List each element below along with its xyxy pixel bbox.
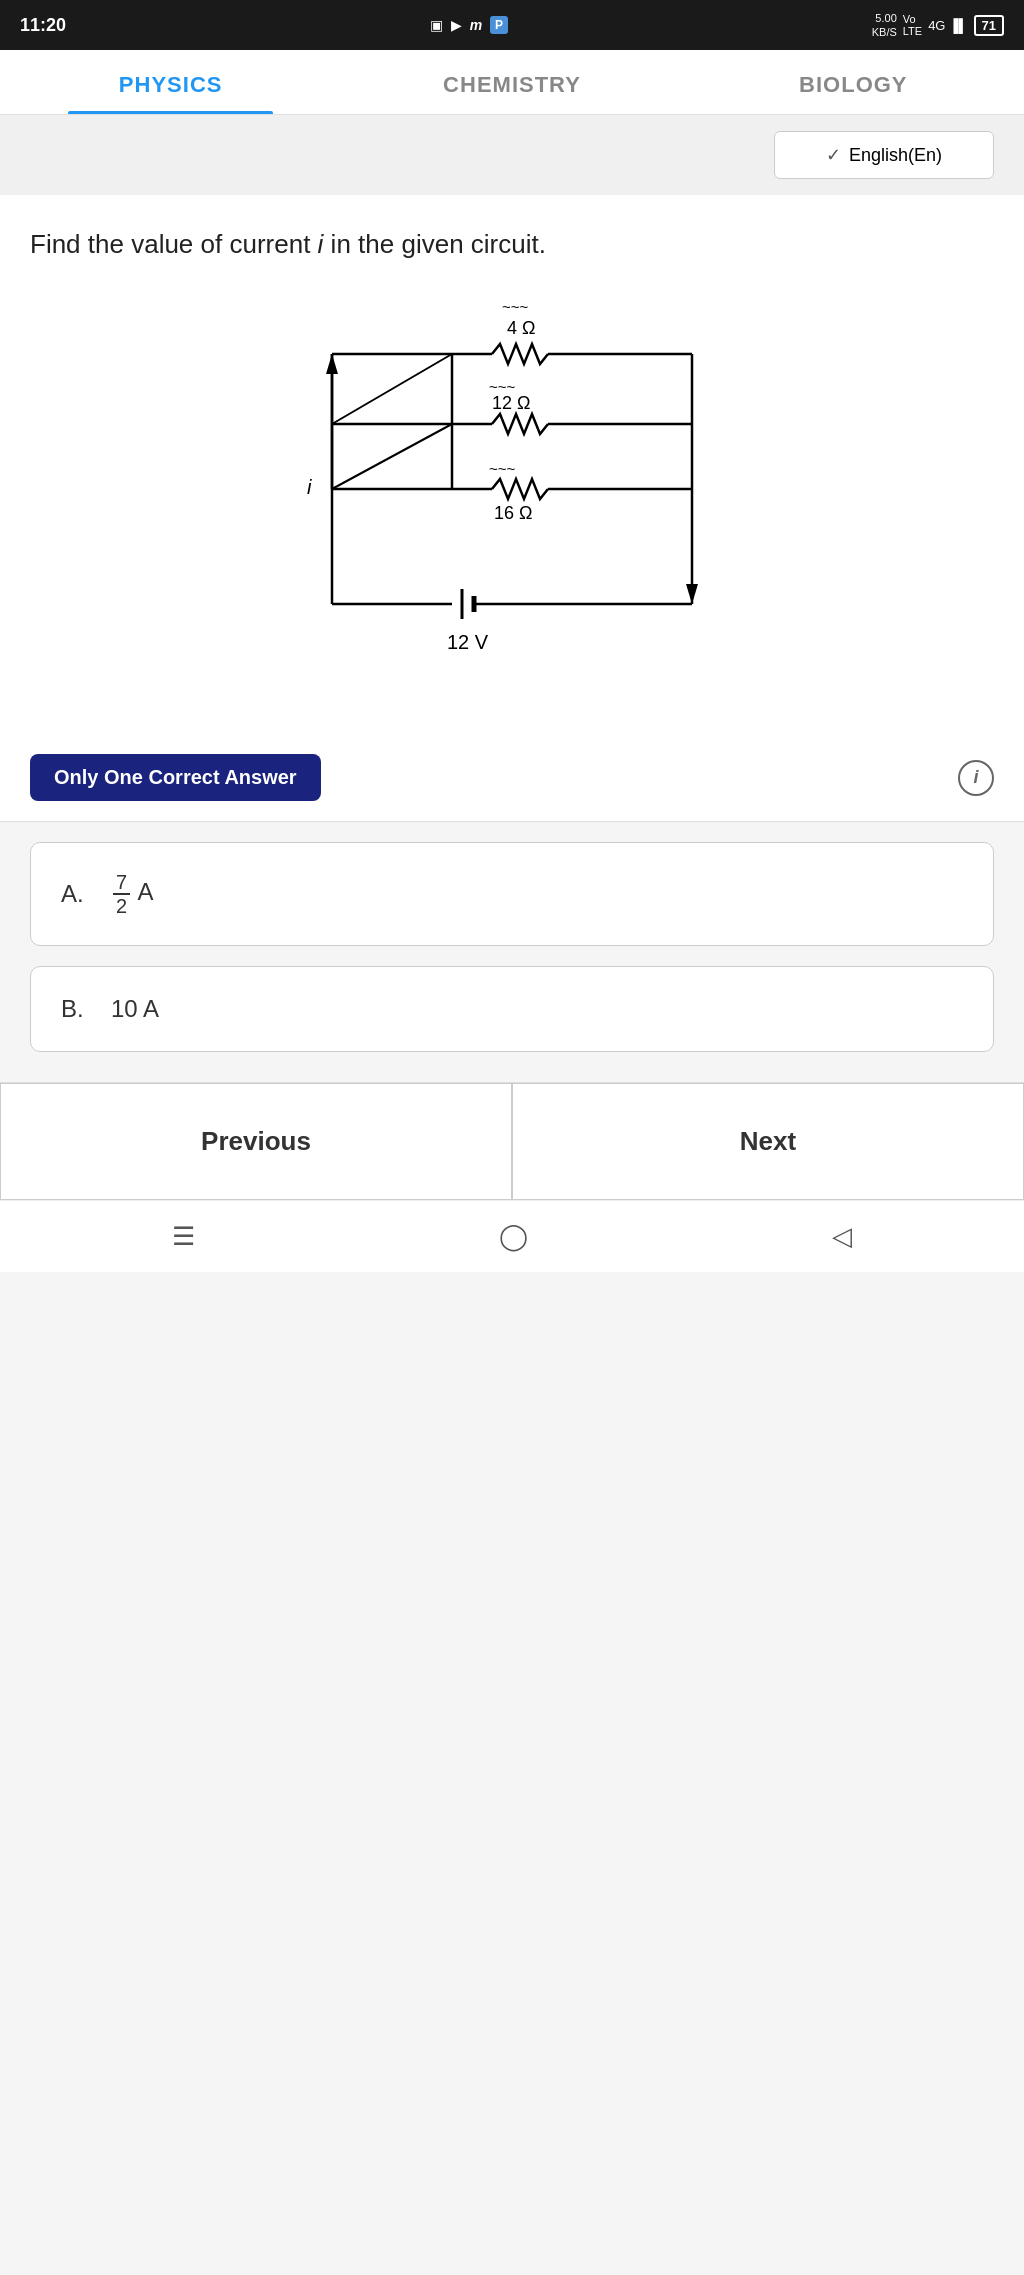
app-icon: P xyxy=(490,16,508,34)
svg-marker-21 xyxy=(686,584,698,604)
back-icon[interactable]: ◁ xyxy=(832,1221,852,1252)
previous-button[interactable]: Previous xyxy=(0,1083,512,1200)
status-icons: 5.00KB/S VoLTE 4G ▐▌ 71 xyxy=(872,11,1004,40)
option-b-content: 10 A xyxy=(111,995,159,1023)
status-bar: 11:20 ▣ ▶ m P 5.00KB/S VoLTE 4G ▐▌ 71 xyxy=(0,0,1024,50)
option-b[interactable]: B. 10 A xyxy=(30,966,994,1052)
lte-icon: VoLTE xyxy=(903,13,922,37)
battery-icon: 71 xyxy=(974,15,1004,36)
svg-text:12 Ω: 12 Ω xyxy=(492,393,530,413)
answer-type-bar: Only One Correct Answer i xyxy=(0,734,1024,822)
next-button[interactable]: Next xyxy=(512,1083,1024,1200)
svg-text:i: i xyxy=(307,476,312,498)
answer-type-badge: Only One Correct Answer xyxy=(30,754,321,801)
info-icon[interactable]: i xyxy=(958,760,994,796)
svg-line-28 xyxy=(332,424,452,489)
language-bar: ✓ English(En) xyxy=(0,115,1024,195)
fraction-7-2: 7 2 xyxy=(113,871,130,917)
svg-text:~~~: ~~~ xyxy=(502,298,529,315)
tab-bar: PHYSICS CHEMISTRY BIOLOGY xyxy=(0,50,1024,115)
option-a-label: A. xyxy=(61,880,91,908)
tab-chemistry[interactable]: CHEMISTRY xyxy=(341,50,682,114)
svg-text:4 Ω: 4 Ω xyxy=(507,318,535,338)
menu-icon[interactable]: ☰ xyxy=(172,1221,195,1252)
signal-icon: 4G ▐▌ xyxy=(928,18,967,33)
options-area: A. 7 2 A B. 10 A xyxy=(0,822,1024,1072)
svg-line-27 xyxy=(332,354,452,424)
svg-text:~~~: ~~~ xyxy=(489,460,516,477)
navigation-buttons: Previous Next xyxy=(0,1082,1024,1200)
svg-text:~~~: ~~~ xyxy=(489,378,516,395)
music-icon: m xyxy=(470,17,482,33)
media-icons: ▣ ▶ m P xyxy=(430,16,508,34)
svg-text:12 V: 12 V xyxy=(447,631,489,653)
net-speed: 5.00KB/S xyxy=(872,11,897,40)
status-time: 11:20 xyxy=(20,15,66,36)
checkmark-icon: ✓ xyxy=(826,144,841,166)
svg-text:16 Ω: 16 Ω xyxy=(494,503,532,523)
circuit-svg: i 4 Ω ~~~ 12 Ω ~~~ xyxy=(252,294,772,674)
option-b-label: B. xyxy=(61,995,91,1023)
option-a-content: 7 2 A xyxy=(111,871,153,917)
home-icon[interactable]: ◯ xyxy=(499,1221,528,1252)
question-area: Find the value of current i in the given… xyxy=(0,195,1024,734)
play-icon: ▶ xyxy=(451,17,462,33)
option-a[interactable]: A. 7 2 A xyxy=(30,842,994,946)
android-nav-bar: ☰ ◯ ◁ xyxy=(0,1200,1024,1272)
tab-biology[interactable]: BIOLOGY xyxy=(683,50,1024,114)
circuit-diagram: i 4 Ω ~~~ 12 Ω ~~~ xyxy=(30,294,994,674)
recording-icon: ▣ xyxy=(430,17,443,33)
language-label: English(En) xyxy=(849,145,942,166)
language-selector[interactable]: ✓ English(En) xyxy=(774,131,994,179)
tab-physics[interactable]: PHYSICS xyxy=(0,50,341,114)
question-text: Find the value of current i in the given… xyxy=(30,225,994,264)
